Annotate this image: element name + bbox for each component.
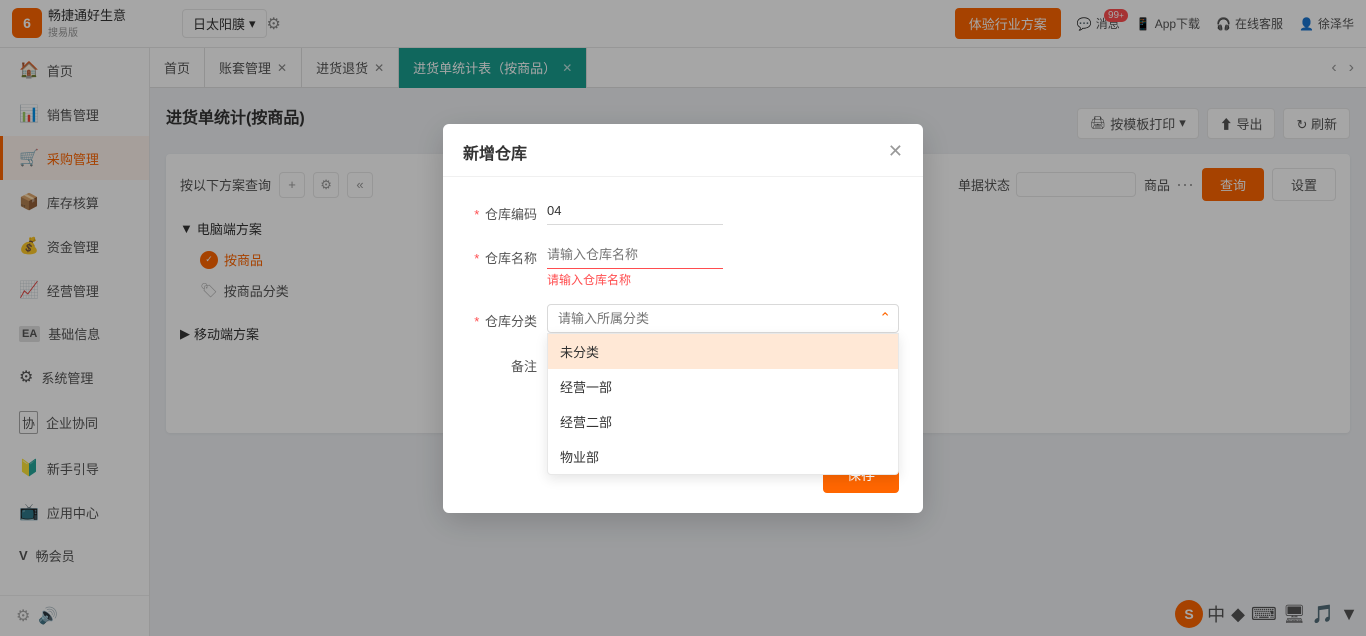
warehouse-code-input[interactable] xyxy=(547,197,723,225)
cat-option-property[interactable]: 物业部 xyxy=(548,439,898,474)
modal-close-button[interactable]: ✕ xyxy=(888,141,903,162)
warehouse-memo-label: 备注 xyxy=(467,349,547,375)
category-dropdown: 未分类 经营一部 经营二部 物业部 xyxy=(547,333,899,475)
cat-option-dept2[interactable]: 经营二部 xyxy=(548,404,898,439)
modal-overlay: 新增仓库 ✕ * 仓库编码 * 仓库名称 xyxy=(0,0,1366,636)
warehouse-name-input[interactable] xyxy=(547,241,723,269)
warehouse-code-row: * 仓库编码 xyxy=(467,197,899,225)
new-warehouse-modal: 新增仓库 ✕ * 仓库编码 * 仓库名称 xyxy=(443,124,923,513)
warehouse-category-input[interactable] xyxy=(547,304,899,333)
modal-title: 新增仓库 xyxy=(463,140,527,164)
warehouse-name-label: * 仓库名称 xyxy=(467,241,547,267)
warehouse-name-error: 请输入仓库名称 xyxy=(547,271,899,288)
modal-body: * 仓库编码 * 仓库名称 请输入仓库名称 xyxy=(443,177,923,445)
cat-option-unclassified[interactable]: 未分类 xyxy=(548,334,898,369)
modal-header: 新增仓库 ✕ xyxy=(443,124,923,177)
warehouse-name-row: * 仓库名称 请输入仓库名称 xyxy=(467,241,899,288)
warehouse-category-row: * 仓库分类 ⌃ 未分类 经营一部 经营二部 物业部 xyxy=(467,304,899,333)
cat-option-dept1[interactable]: 经营一部 xyxy=(548,369,898,404)
warehouse-category-label: * 仓库分类 xyxy=(467,304,547,330)
warehouse-code-label: * 仓库编码 xyxy=(467,197,547,223)
warehouse-category-wrap: ⌃ 未分类 经营一部 经营二部 物业部 xyxy=(547,304,899,333)
